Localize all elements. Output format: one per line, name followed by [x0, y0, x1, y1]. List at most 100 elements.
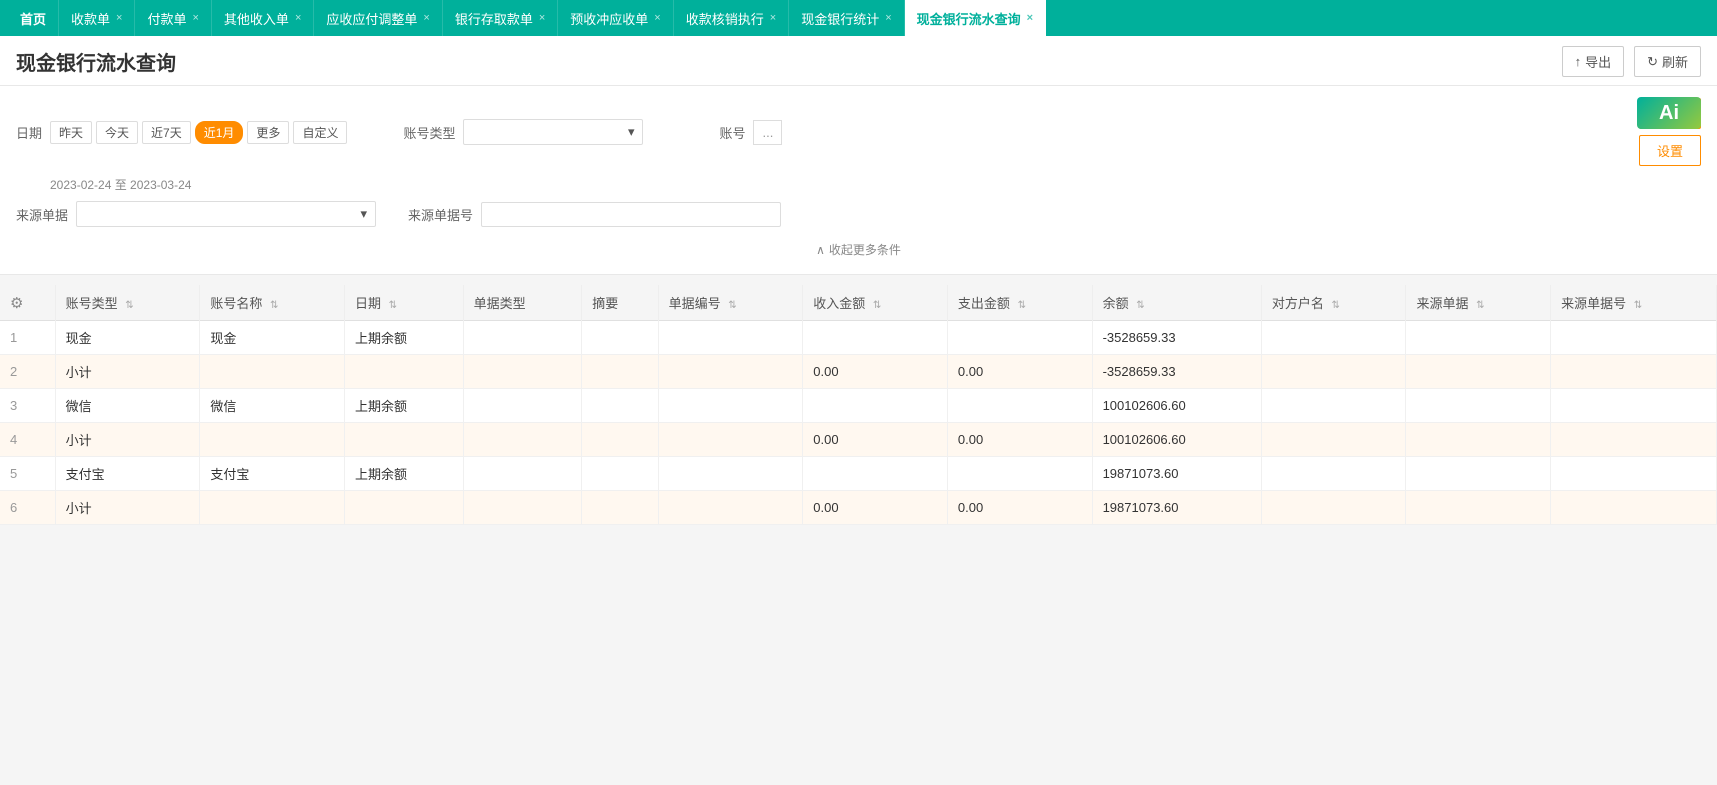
cell-counterparty [1261, 491, 1406, 525]
date-filter-group: 日期 昨天 今天 近7天 近1月 更多 自定义 [16, 121, 347, 144]
date-range-text: 2023-02-24 至 2023-03-24 [50, 176, 191, 193]
account-type-select[interactable]: ▾ [463, 119, 643, 145]
date-more[interactable]: 更多 [247, 121, 289, 144]
cell-income [803, 321, 948, 355]
cell-account-type: 小计 [55, 491, 200, 525]
cell-expense [947, 457, 1092, 491]
nav-home[interactable]: 首页 [8, 0, 59, 36]
cell-income: 0.00 [803, 355, 948, 389]
cell-expense [947, 389, 1092, 423]
source-doc-no-label: 来源单据号 [408, 205, 473, 224]
nav-write-off[interactable]: 收款核销执行 × [674, 0, 789, 36]
data-table: ⚙ 账号类型 ⇅ 账号名称 ⇅ 日期 ⇅ 单据类型 摘要 [0, 285, 1717, 525]
account-ellipsis-button[interactable]: ... [753, 120, 782, 145]
cell-account-name: 支付宝 [200, 457, 345, 491]
table-row: 6小计0.000.0019871073.60 [0, 491, 1717, 525]
nav-bank-deposits[interactable]: 银行存取款单 × [443, 0, 558, 36]
col-account-name[interactable]: 账号名称 ⇅ [200, 285, 345, 321]
close-bank-stats-icon[interactable]: × [885, 12, 891, 24]
source-doc-filter-group: 来源单据 ▾ [16, 201, 376, 227]
source-doc-select[interactable]: ▾ [76, 201, 376, 227]
cell-income: 0.00 [803, 491, 948, 525]
date-custom[interactable]: 自定义 [293, 121, 347, 144]
nav-advance-receipts[interactable]: 预收冲应收单 × [558, 0, 673, 36]
collapse-bar[interactable]: ∧ 收起更多条件 [16, 237, 1701, 266]
sort-balance-icon: ⇅ [1136, 300, 1144, 311]
cell-account-name [200, 423, 345, 457]
nav-other-income[interactable]: 其他收入单 × [212, 0, 314, 36]
row-number: 4 [0, 423, 55, 457]
cell-date [344, 491, 463, 525]
source-doc-chevron-icon: ▾ [360, 206, 367, 222]
gear-settings-icon[interactable]: ⚙ [10, 295, 23, 312]
date-last7days[interactable]: 近7天 [142, 121, 191, 144]
cell-balance: 19871073.60 [1092, 457, 1261, 491]
col-doc-no[interactable]: 单据编号 ⇅ [658, 285, 803, 321]
col-counterparty[interactable]: 对方户名 ⇅ [1261, 285, 1406, 321]
close-advance-receipts-icon[interactable]: × [654, 12, 660, 24]
cell-summary [582, 423, 658, 457]
close-receipts-icon[interactable]: × [116, 12, 122, 24]
col-expense[interactable]: 支出金额 ⇅ [947, 285, 1092, 321]
cell-doc-type [463, 423, 582, 457]
page-header: 现金银行流水查询 ↑ 导出 ↻ 刷新 [0, 36, 1717, 86]
col-doc-type[interactable]: 单据类型 [463, 285, 582, 321]
cell-account-type: 支付宝 [55, 457, 200, 491]
col-settings[interactable]: ⚙ [0, 285, 55, 321]
refresh-button[interactable]: ↻ 刷新 [1634, 46, 1701, 77]
account-type-filter-group: 账号类型 ▾ [403, 119, 643, 145]
source-doc-no-filter-group: 来源单据号 [408, 202, 781, 227]
col-account-type[interactable]: 账号类型 ⇅ [55, 285, 200, 321]
cell-summary [582, 491, 658, 525]
table-row: 1现金现金上期余额-3528659.33 [0, 321, 1717, 355]
nav-payments[interactable]: 付款单 × [135, 0, 211, 36]
collapse-label: 收起更多条件 [829, 241, 901, 258]
sort-source-doc-no-icon: ⇅ [1634, 300, 1642, 311]
header-actions: ↑ 导出 ↻ 刷新 [1562, 46, 1701, 77]
source-doc-no-input[interactable] [481, 202, 781, 227]
close-adjustments-icon[interactable]: × [423, 12, 429, 24]
col-summary[interactable]: 摘要 [582, 285, 658, 321]
col-income[interactable]: 收入金额 ⇅ [803, 285, 948, 321]
cell-summary [582, 321, 658, 355]
col-source-doc[interactable]: 来源单据 ⇅ [1406, 285, 1551, 321]
collapse-up-icon: ∧ [816, 243, 825, 257]
ai-badge[interactable]: Ai [1637, 97, 1701, 129]
export-button[interactable]: ↑ 导出 [1562, 46, 1625, 77]
nav-bank-stats[interactable]: 现金银行统计 × [789, 0, 904, 36]
date-yesterday[interactable]: 昨天 [50, 121, 92, 144]
cell-date: 上期余额 [344, 389, 463, 423]
cell-doc-type [463, 389, 582, 423]
col-balance[interactable]: 余额 ⇅ [1092, 285, 1261, 321]
sort-expense-icon: ⇅ [1018, 300, 1026, 311]
close-payments-icon[interactable]: × [192, 12, 198, 24]
date-today[interactable]: 今天 [96, 121, 138, 144]
table-row: 3微信微信上期余额100102606.60 [0, 389, 1717, 423]
date-last1month[interactable]: 近1月 [195, 121, 244, 144]
close-bank-flow-icon[interactable]: × [1027, 12, 1033, 24]
cell-balance: 19871073.60 [1092, 491, 1261, 525]
cell-account-name: 微信 [200, 389, 345, 423]
col-source-doc-no[interactable]: 来源单据号 ⇅ [1551, 285, 1717, 321]
cell-balance: -3528659.33 [1092, 321, 1261, 355]
row-number: 3 [0, 389, 55, 423]
nav-bank-flow[interactable]: 现金银行流水查询 × [905, 0, 1046, 36]
cell-income [803, 457, 948, 491]
export-icon: ↑ [1575, 54, 1582, 69]
top-nav: 首页 收款单 × 付款单 × 其他收入单 × 应收应付调整单 × 银行存取款单 … [0, 0, 1717, 36]
close-bank-deposits-icon[interactable]: × [539, 12, 545, 24]
table-body: 1现金现金上期余额-3528659.332小计0.000.00-3528659.… [0, 321, 1717, 525]
cell-source-doc [1406, 491, 1551, 525]
cell-source-doc-no [1551, 423, 1717, 457]
close-write-off-icon[interactable]: × [770, 12, 776, 24]
cell-account-type: 微信 [55, 389, 200, 423]
table-row: 2小计0.000.00-3528659.33 [0, 355, 1717, 389]
settings-button[interactable]: 设置 [1639, 135, 1701, 166]
close-other-income-icon[interactable]: × [295, 12, 301, 24]
col-date[interactable]: 日期 ⇅ [344, 285, 463, 321]
nav-receipts[interactable]: 收款单 × [59, 0, 135, 36]
cell-expense: 0.00 [947, 355, 1092, 389]
nav-adjustments[interactable]: 应收应付调整单 × [314, 0, 442, 36]
cell-balance: 100102606.60 [1092, 389, 1261, 423]
sort-account-type-icon: ⇅ [125, 300, 133, 311]
